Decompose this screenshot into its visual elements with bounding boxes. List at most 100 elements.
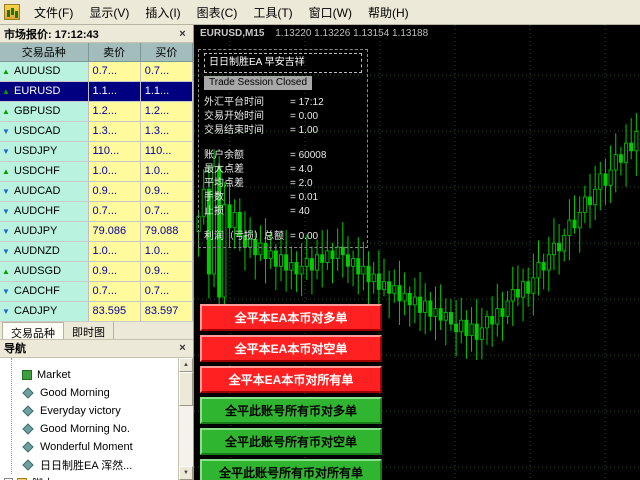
symbol-cell: ▼ AUDCHF: [0, 201, 89, 222]
tab-tick-chart[interactable]: 即时图: [64, 321, 114, 339]
symbol-cell: ▼ AUDNZD: [0, 241, 89, 262]
close-icon[interactable]: ×: [176, 342, 189, 354]
market-watch-title: 市场报价: 17:12:43: [4, 28, 99, 41]
market-row[interactable]: ▲ GBPUSD 1.2... 1.2...: [0, 101, 194, 122]
tree-item-label: 脚本: [32, 475, 54, 480]
ea-info-group-3: 利润（亏损）总额 = 0.00: [204, 230, 362, 244]
ea-icon: [22, 422, 34, 435]
scrollbar-thumb[interactable]: [179, 371, 193, 406]
up-arrow-icon: ▲: [2, 167, 10, 176]
ea-close-button[interactable]: 全平此账号所有币对空单: [200, 428, 382, 455]
tab-symbols[interactable]: 交易品种: [2, 321, 64, 340]
symbol-cell: ▲ USDCHF: [0, 161, 89, 182]
tree-item[interactable]: Good Morning No.: [0, 420, 178, 438]
ea-info-label: 外汇平台时间: [204, 97, 264, 108]
symbol-label: AUDJPY: [14, 225, 58, 237]
tree-item-label: Wonderful Moment: [40, 440, 133, 453]
down-arrow-icon: ▼: [2, 187, 10, 196]
ea-close-button[interactable]: 全平本EA本币对所有单: [200, 366, 382, 393]
tree-item[interactable]: 日日制胜EA 浑然...: [0, 456, 178, 474]
ea-info-group-2: 账户余额 = 60008 最大点差 = 4.0 平均点差 = 2.0 手数 = 0.01 止损 =…: [204, 149, 362, 219]
down-arrow-icon: ▼: [2, 127, 10, 136]
navigator-panel: Market Good Morning Everyday victory Good M…: [0, 357, 193, 480]
ea-icon: [22, 458, 34, 471]
symbol-label: AUDCAD: [14, 185, 61, 197]
ea-close-button[interactable]: 全平此账号所有币对多单: [200, 397, 382, 424]
ea-name-label: 日日制胜EA 早安吉祥: [204, 53, 362, 73]
up-arrow-icon: ▲: [2, 267, 10, 276]
market-row[interactable]: ▼ USDJPY 110... 110...: [0, 141, 194, 162]
menu-item[interactable]: 显示(V): [81, 1, 137, 24]
scrollbar-track[interactable]: [179, 371, 193, 467]
ea-close-button[interactable]: 全平本EA本币对多单: [200, 304, 382, 331]
symbol-label: CADJPY: [14, 305, 58, 317]
bid-cell: 110...: [88, 141, 141, 162]
bid-cell: 0.7...: [88, 61, 141, 82]
menu-item[interactable]: 窗口(W): [301, 1, 360, 24]
main-area: 市场报价: 17:12:43 × 交易品种 卖价 买价 ▲ AUDUSD 0.7... 0…: [0, 25, 640, 480]
symbol-label: USDCAD: [14, 125, 61, 137]
market-row[interactable]: ▼ AUDJPY 79.086 79.088: [0, 221, 194, 242]
down-arrow-icon: ▼: [2, 247, 10, 256]
market-row[interactable]: ▲ AUDUSD 0.7... 0.7...: [0, 61, 194, 82]
menu-item[interactable]: 图表(C): [189, 1, 246, 24]
symbol-cell: ▲ AUDUSD: [0, 61, 89, 82]
symbol-cell: ▼ USDCAD: [0, 121, 89, 142]
ea-info-row: 利润（亏损）总额 = 0.00: [204, 230, 362, 244]
market-row[interactable]: ▼ CADJPY 83.595 83.597: [0, 301, 194, 322]
symbol-label: AUDCHF: [14, 205, 60, 217]
ea-close-button[interactable]: 全平本EA本币对空单: [200, 335, 382, 362]
tree-item[interactable]: Good Morning: [0, 384, 178, 402]
bid-cell: 1.3...: [88, 121, 141, 142]
left-column: 市场报价: 17:12:43 × 交易品种 卖价 买价 ▲ AUDUSD 0.7... 0…: [0, 25, 194, 480]
market-row[interactable]: ▼ AUDCAD 0.9... 0.9...: [0, 181, 194, 202]
tree-item[interactable]: +脚本: [0, 473, 178, 480]
scroll-down-icon[interactable]: ▼: [179, 466, 193, 480]
market-watch-colrow: 交易品种 卖价 买价: [0, 43, 194, 62]
ask-cell: 0.9...: [140, 181, 194, 202]
down-arrow-icon: ▼: [2, 147, 10, 156]
bid-cell: 83.595: [88, 301, 141, 322]
ask-cell: 1.1...: [140, 81, 194, 102]
market-row[interactable]: ▼ AUDNZD 1.0... 1.0...: [0, 241, 194, 262]
tree-item-label: Everyday victory: [40, 404, 121, 417]
ea-info-label: 交易开始时间: [204, 111, 264, 122]
market-row[interactable]: ▼ AUDCHF 0.7... 0.7...: [0, 201, 194, 222]
ea-info-value: = 17:12: [290, 97, 324, 108]
market-watch-header: 市场报价: 17:12:43 ×: [0, 25, 193, 43]
chart-window: EURUSD,M15 1.13220 1.13226 1.13154 1.131…: [194, 25, 640, 480]
tree-item[interactable]: Everyday victory: [0, 402, 178, 420]
ask-cell: 1.3...: [140, 121, 194, 142]
app-icon: [4, 4, 20, 20]
ask-cell: 1.2...: [140, 101, 194, 122]
symbol-cell: ▼ USDJPY: [0, 141, 89, 162]
ea-info-row: 手数 = 0.01: [204, 191, 362, 205]
navigator-scrollbar[interactable]: ▲ ▼: [178, 357, 193, 480]
tree-item[interactable]: Market: [0, 366, 178, 384]
market-row[interactable]: ▲ EURUSD 1.1... 1.1...: [0, 81, 194, 102]
ea-close-button[interactable]: 全平此账号所有币对所有单: [200, 459, 382, 480]
close-icon[interactable]: ×: [176, 28, 189, 40]
column-header: 买价: [140, 43, 194, 62]
symbol-label: EURUSD: [14, 85, 61, 97]
ea-icon: [22, 386, 34, 399]
navigator-tree: Market Good Morning Everyday victory Good M…: [0, 357, 178, 480]
ea-info-label: 交易结束时间: [204, 125, 264, 136]
tree-item[interactable]: Wonderful Moment: [0, 438, 178, 456]
bid-cell: 1.1...: [88, 81, 141, 102]
menu-item[interactable]: 插入(I): [137, 1, 188, 24]
ea-info-group-1: 外汇平台时间 = 17:12 交易开始时间 = 0.00 交易结束时间 = 1.00: [204, 96, 362, 138]
menu-item[interactable]: 文件(F): [26, 1, 81, 24]
market-row[interactable]: ▼ USDCAD 1.3... 1.3...: [0, 121, 194, 142]
market-row[interactable]: ▼ CADCHF 0.7... 0.7...: [0, 281, 194, 302]
navigator-header: 导航 ×: [0, 339, 193, 358]
scroll-up-icon[interactable]: ▲: [179, 357, 193, 372]
menu-item[interactable]: 工具(T): [245, 1, 300, 24]
menu-item[interactable]: 帮助(H): [360, 1, 417, 24]
market-row[interactable]: ▲ USDCHF 1.0... 1.0...: [0, 161, 194, 182]
menu-bar: 文件(F) 显示(V) 插入(I) 图表(C) 工具(T) 窗口(W) 帮助(H): [0, 0, 640, 25]
market-row[interactable]: ▲ AUDSGD 0.9... 0.9...: [0, 261, 194, 282]
market-watch-tabs: 交易品种 即时图: [0, 321, 193, 340]
ea-info-value: = 0.00: [290, 111, 319, 122]
ea-info-value: = 60008: [290, 150, 327, 161]
